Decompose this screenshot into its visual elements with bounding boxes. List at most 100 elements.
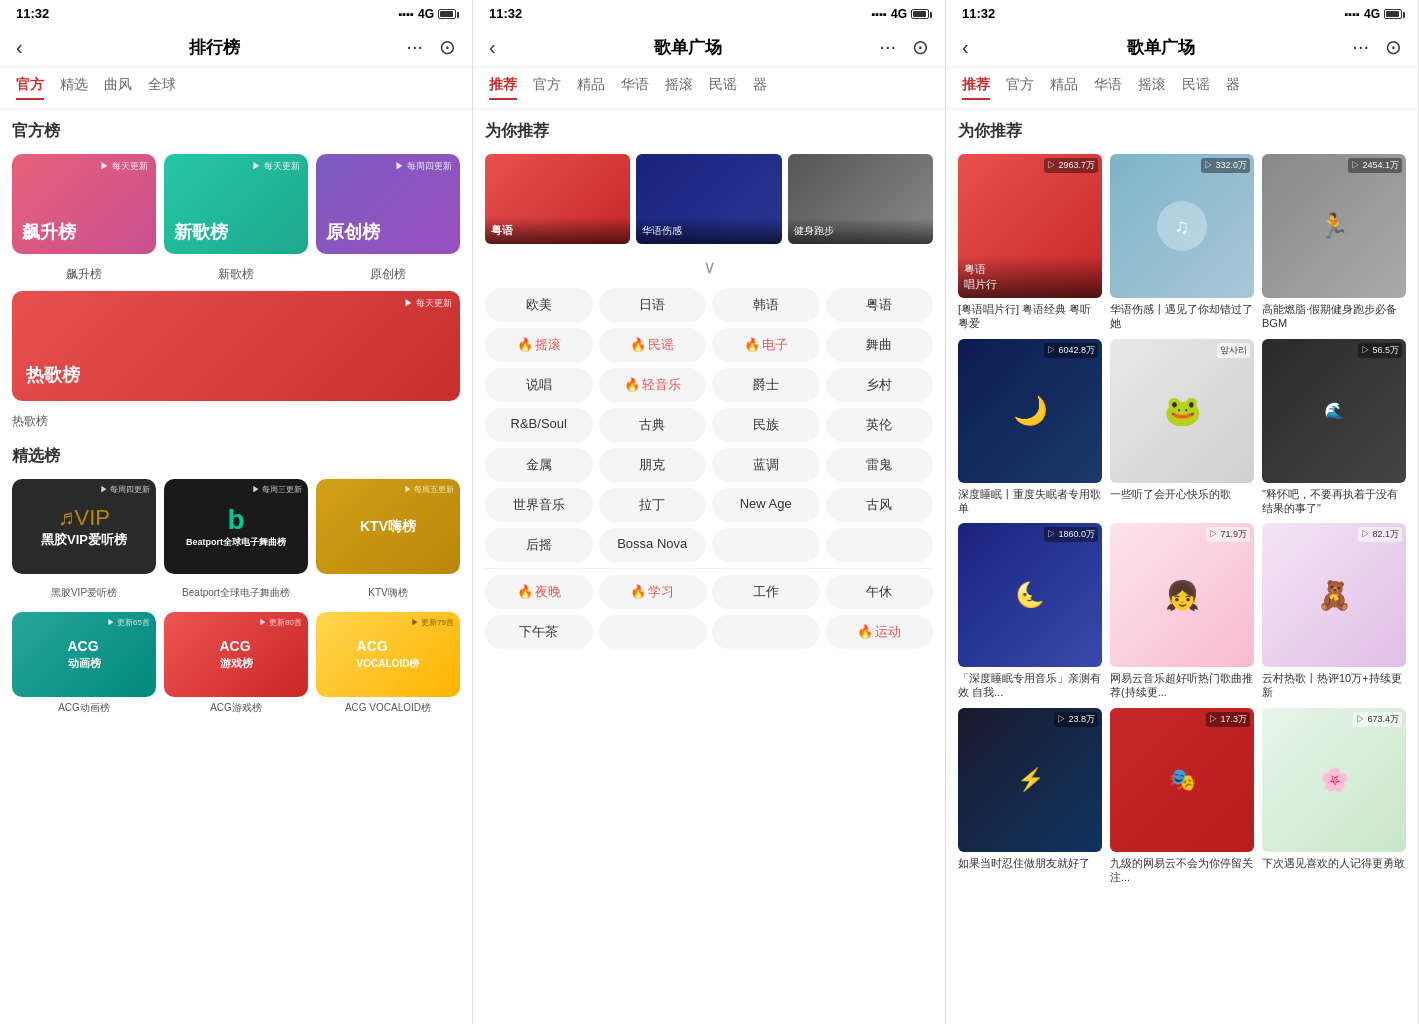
tag-grid-4: R&B/Soul 古典 民族 英伦 xyxy=(485,408,933,442)
list-item[interactable]: ▷ 2963.7万 粤语唱片行 [粤语唱片行] 粤语经典 粤听粤爱 xyxy=(958,154,1102,331)
tag-postrock[interactable]: 后摇 xyxy=(485,528,593,562)
tag-work[interactable]: 工作 xyxy=(712,575,820,609)
tab2-chinese[interactable]: 华语 xyxy=(621,76,649,100)
tab2-official[interactable]: 官方 xyxy=(533,76,561,100)
tab2-recommend[interactable]: 推荐 xyxy=(489,76,517,100)
tag-latin[interactable]: 拉丁 xyxy=(599,488,707,522)
tab3-rock[interactable]: 摇滚 xyxy=(1138,76,1166,100)
back-button-2[interactable]: ‹ xyxy=(485,32,500,63)
tab2-boutique[interactable]: 精品 xyxy=(577,76,605,100)
selected-card-vip[interactable]: ▶ 每周四更新 ♬VIP 黑胶VIP爱听榜 xyxy=(12,479,156,574)
tab2-rock[interactable]: 摇滚 xyxy=(665,76,693,100)
tag-rnb[interactable]: R&B/Soul xyxy=(485,408,593,442)
battery-2 xyxy=(911,9,929,19)
tag-korean[interactable]: 韩语 xyxy=(712,288,820,322)
back-button-3[interactable]: ‹ xyxy=(958,32,973,63)
tag-light[interactable]: 🔥轻音乐 xyxy=(599,368,707,402)
chart-card-hot[interactable]: ▶ 每天更新 热歌榜 xyxy=(12,291,460,401)
more-button-3[interactable]: ··· xyxy=(1348,31,1373,63)
tab2-more[interactable]: 器 xyxy=(753,76,767,100)
chart-card-new[interactable]: ▶ 每天更新 新歌榜 xyxy=(164,154,308,254)
tag-newage[interactable]: New Age xyxy=(712,488,820,522)
tag-rap[interactable]: 说唱 xyxy=(485,368,593,402)
list-item[interactable]: ▷ 1860.0万 🌜 「深度睡眠专用音乐」亲测有效 自我... xyxy=(958,523,1102,700)
tag-night[interactable]: 🔥夜晚 xyxy=(485,575,593,609)
tag-punk[interactable]: 朋克 xyxy=(599,448,707,482)
tab3-recommend[interactable]: 推荐 xyxy=(962,76,990,100)
tag-study[interactable]: 🔥学习 xyxy=(599,575,707,609)
original-sub: 原创榜 xyxy=(316,266,460,283)
list-item[interactable]: ▷ 673.4万 🌸 下次遇见喜欢的人记得更勇敢 xyxy=(1262,708,1406,885)
playlist-name-8: 网易云音乐超好听热门歌曲推荐(持续更... xyxy=(1110,671,1254,700)
original-title: 原创榜 xyxy=(326,220,450,244)
tag-noon[interactable]: 午休 xyxy=(826,575,934,609)
tag-tea[interactable]: 下午茶 xyxy=(485,615,593,649)
acg-game-title: ACG游戏榜 xyxy=(220,638,253,671)
tab2-folk[interactable]: 民谣 xyxy=(709,76,737,100)
banner-item-1[interactable]: 粤语 xyxy=(485,154,630,244)
rising-label: ▶ 每天更新 xyxy=(100,160,148,173)
tag-cantonese[interactable]: 粤语 xyxy=(826,288,934,322)
tag-empty2 xyxy=(826,528,934,562)
tag-sport[interactable]: 🔥运动 xyxy=(826,615,934,649)
chart-card-original[interactable]: ▶ 每周四更新 原创榜 xyxy=(316,154,460,254)
tag-metal[interactable]: 金属 xyxy=(485,448,593,482)
tab3-boutique[interactable]: 精品 xyxy=(1050,76,1078,100)
acg-card-game[interactable]: ▶ 更新80首 ACG游戏榜 xyxy=(164,612,308,697)
chart-card-rising[interactable]: ▶ 每天更新 飙升榜 xyxy=(12,154,156,254)
more-button-1[interactable]: ··· xyxy=(402,31,427,63)
tag-bossanova[interactable]: Bossa Nova xyxy=(599,528,707,562)
banner-item-3[interactable]: 健身跑步 xyxy=(788,154,933,244)
official-section-title: 官方榜 xyxy=(12,121,460,142)
expand-button[interactable]: ∨ xyxy=(485,252,933,282)
tag-country[interactable]: 乡村 xyxy=(826,368,934,402)
tag-ethnic[interactable]: 民族 xyxy=(712,408,820,442)
tag-grid-7: 后摇 Bossa Nova xyxy=(485,528,933,562)
new-title: 新歌榜 xyxy=(174,220,298,244)
list-item[interactable]: ▷ 82.1万 🧸 云村热歌丨热评10万+持续更新 xyxy=(1262,523,1406,700)
tag-reggae[interactable]: 雷鬼 xyxy=(826,448,934,482)
tag-classical[interactable]: 古典 xyxy=(599,408,707,442)
tag-rock[interactable]: 🔥摇滚 xyxy=(485,328,593,362)
tag-jazz[interactable]: 爵士 xyxy=(712,368,820,402)
tab-global[interactable]: 全球 xyxy=(148,76,176,100)
divider-1 xyxy=(485,568,933,569)
list-item[interactable]: ▷ 332.0万 ♫ 华语伤感丨遇见了你却错过了她 xyxy=(1110,154,1254,331)
target-button-2[interactable]: ⊙ xyxy=(908,31,933,63)
tab-official[interactable]: 官方 xyxy=(16,76,44,100)
tab3-folk[interactable]: 民谣 xyxy=(1182,76,1210,100)
selected-card-beatport[interactable]: ▶ 每周三更新 b Beatport全球电子舞曲榜 xyxy=(164,479,308,574)
list-item[interactable]: ▷ 17.3万 🎭 九级的网易云不会为你停留关注... xyxy=(1110,708,1254,885)
tag-japanese[interactable]: 日语 xyxy=(599,288,707,322)
tab3-chinese[interactable]: 华语 xyxy=(1094,76,1122,100)
tag-electronic[interactable]: 🔥电子 xyxy=(712,328,820,362)
tag-blues[interactable]: 蓝调 xyxy=(712,448,820,482)
more-button-2[interactable]: ··· xyxy=(875,31,900,63)
tag-british[interactable]: 英伦 xyxy=(826,408,934,442)
tag-dance[interactable]: 舞曲 xyxy=(826,328,934,362)
tag-oumei[interactable]: 欧美 xyxy=(485,288,593,322)
list-item[interactable]: ▷ 56.5万 🌊 "释怀吧，不要再执着于没有结果的事了" xyxy=(1262,339,1406,516)
tag-folk[interactable]: 🔥民谣 xyxy=(599,328,707,362)
back-button-1[interactable]: ‹ xyxy=(12,32,27,63)
target-button-1[interactable]: ⊙ xyxy=(435,31,460,63)
tag-world[interactable]: 世界音乐 xyxy=(485,488,593,522)
tab-selected[interactable]: 精选 xyxy=(60,76,88,100)
list-item[interactable]: ▷ 2454.1万 🏃 高能燃脂·假期健身跑步必备BGM xyxy=(1262,154,1406,331)
playlist-name-7: 「深度睡眠专用音乐」亲测有效 自我... xyxy=(958,671,1102,700)
tab-bar-1: 官方 精选 曲风 全球 xyxy=(0,68,472,109)
tab3-more[interactable]: 器 xyxy=(1226,76,1240,100)
list-item[interactable]: ▷ 23.8万 ⚡ 如果当时忍住做朋友就好了 xyxy=(958,708,1102,885)
tab-genre[interactable]: 曲风 xyxy=(104,76,132,100)
list-item[interactable]: 앞사리 🐸 一些听了会开心快乐的歌 xyxy=(1110,339,1254,516)
tab3-official[interactable]: 官方 xyxy=(1006,76,1034,100)
acg-card-vocaloid[interactable]: ▶ 更新79首 ACGVOCALOID榜 xyxy=(316,612,460,697)
list-item[interactable]: ▷ 71.9万 👧 网易云音乐超好听热门歌曲推荐(持续更... xyxy=(1110,523,1254,700)
selected-card-ktv[interactable]: ▶ 每周五更新 KTV嗨榜 xyxy=(316,479,460,574)
hot-update-label: ▶ 每天更新 xyxy=(404,297,452,310)
list-item[interactable]: ▷ 6042.8万 🌙 深度睡眠丨重度失眠者专用歌单 xyxy=(958,339,1102,516)
acg-card-anime[interactable]: ▶ 更新65首 ACG动画榜 xyxy=(12,612,156,697)
tag-ancient[interactable]: 古风 xyxy=(826,488,934,522)
target-button-3[interactable]: ⊙ xyxy=(1381,31,1406,63)
banner-item-2[interactable]: 华语伤感 xyxy=(636,154,781,244)
